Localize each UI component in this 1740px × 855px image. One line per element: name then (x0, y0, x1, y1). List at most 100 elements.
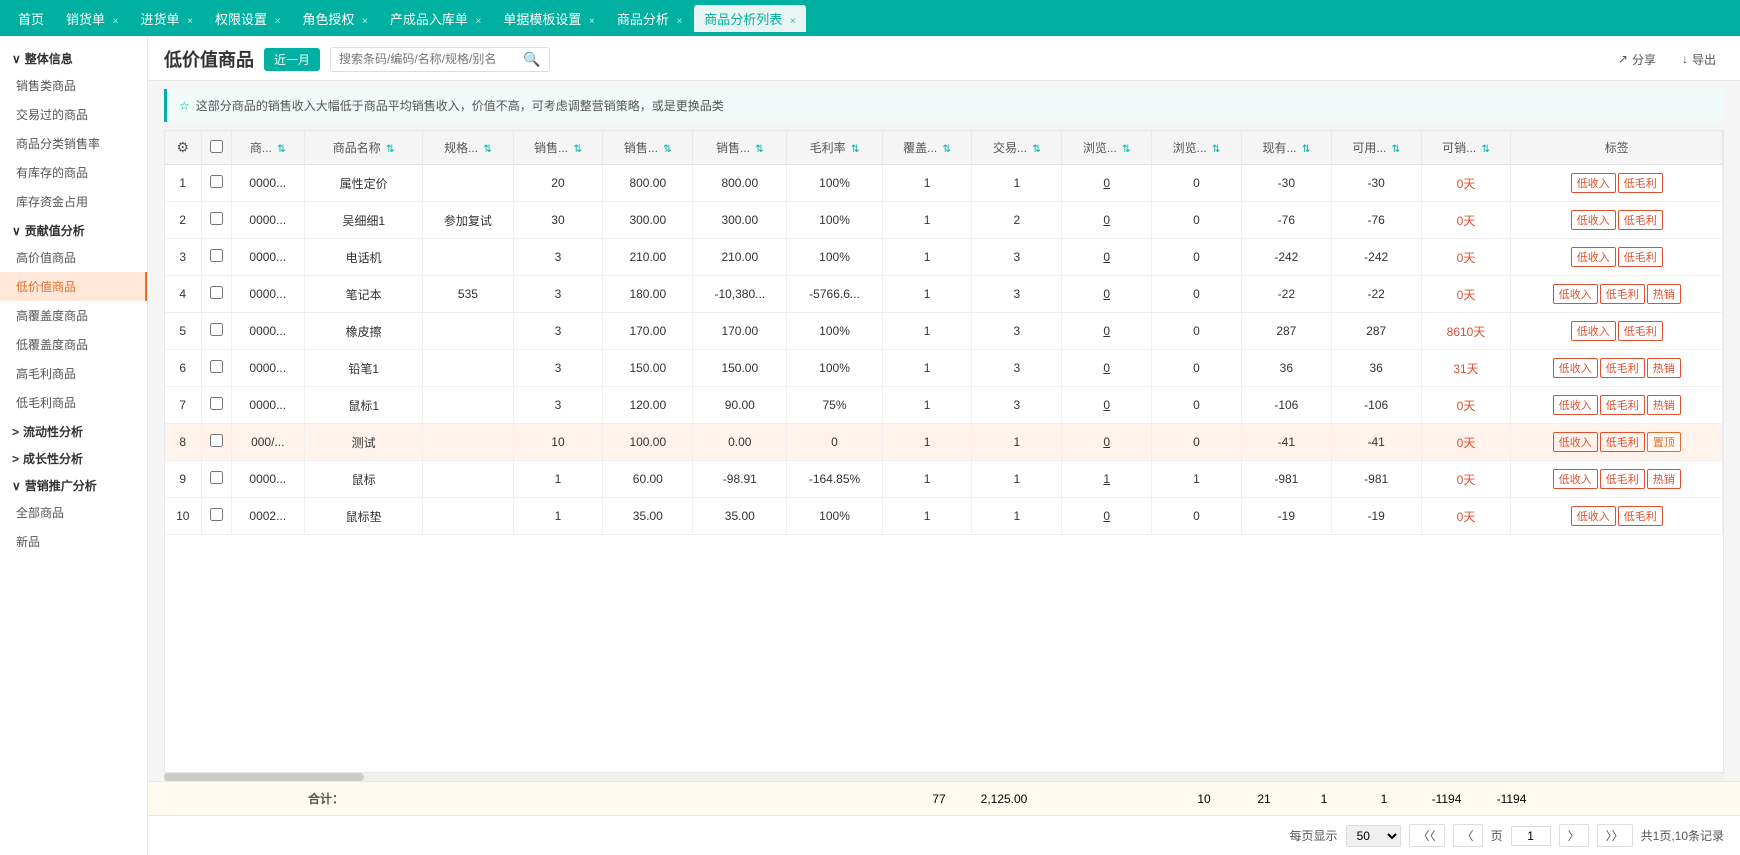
col-available[interactable]: 可用... ⇅ (1331, 131, 1421, 165)
page-input[interactable] (1511, 826, 1551, 846)
sidebar-item-high-value[interactable]: 高价值商品 (0, 243, 147, 272)
sidebar-item-stock-capital[interactable]: 库存资金占用 (0, 187, 147, 216)
browse-link[interactable]: 0 (1103, 361, 1110, 375)
sidebar-group-marketing[interactable]: ∨ 营销推广分析 (0, 471, 147, 498)
col-name[interactable]: 商品名称 ⇅ (305, 131, 423, 165)
cell-spec (423, 313, 513, 350)
col-coverage[interactable]: 覆盖... ⇅ (882, 131, 972, 165)
close-icon[interactable]: × (187, 16, 193, 27)
nav-roles[interactable]: 角色授权 × (292, 5, 377, 32)
scrollbar-area[interactable] (164, 773, 1724, 781)
sidebar-item-high-margin[interactable]: 高毛利商品 (0, 359, 147, 388)
last-page-button[interactable]: 〉〉 (1597, 824, 1633, 847)
select-all-checkbox[interactable] (210, 140, 223, 153)
sidebar-item-all-products[interactable]: 全部商品 (0, 498, 147, 527)
cell-sales-qty: 3 (513, 387, 603, 424)
close-icon[interactable]: × (113, 16, 119, 27)
footer-total: 合计： 77 2,125.00 10 21 1 1 -1194 -1194 (148, 781, 1740, 815)
close-icon[interactable]: × (362, 16, 368, 27)
browse-link[interactable]: 0 (1103, 176, 1110, 190)
col-sales-qty[interactable]: 销售... ⇅ (513, 131, 603, 165)
sidebar-item-category-sales[interactable]: 商品分类销售率 (0, 129, 147, 158)
col-browse1[interactable]: 浏览... ⇅ (1062, 131, 1152, 165)
col-current-stock[interactable]: 现有... ⇅ (1241, 131, 1331, 165)
col-sales-price[interactable]: 销售... ⇅ (603, 131, 693, 165)
sidebar-item-sales-products[interactable]: 销售类商品 (0, 71, 147, 100)
row-checkbox[interactable] (210, 360, 223, 373)
scrollbar-thumb[interactable] (164, 773, 364, 781)
tag-label: 低收入 (1571, 506, 1616, 526)
col-trade[interactable]: 交易... ⇅ (972, 131, 1062, 165)
cell-current-stock: -41 (1241, 424, 1331, 461)
row-checkbox[interactable] (210, 397, 223, 410)
browse-link[interactable]: 0 (1103, 509, 1110, 523)
first-page-button[interactable]: 〈〈 (1409, 824, 1445, 847)
nav-permissions[interactable]: 权限设置 × (205, 5, 290, 32)
saleable-days: 0天 (1457, 214, 1476, 228)
sidebar-item-low-margin[interactable]: 低毛利商品 (0, 388, 147, 417)
col-browse2[interactable]: 浏览... ⇅ (1152, 131, 1242, 165)
search-input[interactable] (339, 52, 519, 66)
row-checkbox[interactable] (210, 249, 223, 262)
col-sales-amount[interactable]: 销售... ⇅ (693, 131, 787, 165)
browse-link[interactable]: 0 (1103, 250, 1110, 264)
search-box: 🔍 (330, 47, 550, 72)
sidebar-group-liquidity[interactable]: > 流动性分析 (0, 417, 147, 444)
browse-link[interactable]: 0 (1103, 324, 1110, 338)
row-checkbox[interactable] (210, 175, 223, 188)
time-filter-button[interactable]: 近一月 (264, 48, 320, 71)
sidebar-group-overall[interactable]: ∨ 整体信息 (0, 44, 147, 71)
col-gross-margin[interactable]: 毛利率 ⇅ (787, 131, 882, 165)
browse-link[interactable]: 1 (1103, 472, 1110, 486)
row-checkbox[interactable] (210, 212, 223, 225)
cell-coverage: 1 (882, 276, 972, 313)
sort-icon: ⇅ (1302, 144, 1310, 155)
close-icon[interactable]: × (790, 16, 796, 27)
close-icon[interactable]: × (476, 16, 482, 27)
sidebar-item-traded[interactable]: 交易过的商品 (0, 100, 147, 129)
sidebar-item-stocked[interactable]: 有库存的商品 (0, 158, 147, 187)
cell-trade: 3 (972, 276, 1062, 313)
nav-purchase[interactable]: 进货单 × (130, 5, 202, 32)
browse-link[interactable]: 0 (1103, 398, 1110, 412)
data-table: ⚙ 商... ⇅ 商品名称 ⇅ 规格... ⇅ 销售... ⇅ 销售... ⇅ … (165, 131, 1723, 535)
row-checkbox[interactable] (210, 471, 223, 484)
next-page-button[interactable]: 〉 (1559, 824, 1589, 847)
close-icon[interactable]: × (275, 16, 281, 27)
col-code[interactable]: 商... ⇅ (231, 131, 305, 165)
sidebar-item-new-products[interactable]: 新品 (0, 527, 147, 556)
search-icon[interactable]: 🔍 (523, 51, 540, 68)
nav-sales[interactable]: 销货单 × (56, 5, 128, 32)
nav-template[interactable]: 单据模板设置 × (493, 5, 604, 32)
row-checkbox[interactable] (210, 323, 223, 336)
sidebar-item-high-coverage[interactable]: 高覆盖度商品 (0, 301, 147, 330)
sidebar-item-low-value[interactable]: 低价值商品 (0, 272, 147, 301)
settings-icon[interactable]: ⚙ (176, 139, 189, 155)
nav-products-in[interactable]: 产成品入库单 × (380, 5, 491, 32)
col-saleable[interactable]: 可销... ⇅ (1421, 131, 1511, 165)
table-row: 4 0000... 笔记本 535 3 180.00 -10,380... -5… (165, 276, 1723, 313)
close-icon[interactable]: × (676, 16, 682, 27)
close-icon[interactable]: × (589, 16, 595, 27)
export-button[interactable]: ↓ 导出 (1674, 48, 1724, 71)
cell-sales-qty: 3 (513, 239, 603, 276)
sidebar-group-contribution[interactable]: ∨ 贡献值分析 (0, 216, 147, 243)
row-checkbox[interactable] (210, 434, 223, 447)
nav-home[interactable]: 首页 (8, 5, 54, 32)
browse-link[interactable]: 0 (1103, 287, 1110, 301)
row-checkbox[interactable] (210, 508, 223, 521)
nav-analysis[interactable]: 商品分析 × (607, 5, 692, 32)
tag-label: 低毛利 (1600, 432, 1645, 452)
sidebar-item-low-coverage[interactable]: 低覆盖度商品 (0, 330, 147, 359)
page-size-select[interactable]: 50 100 200 (1346, 825, 1401, 847)
share-button[interactable]: ↗ 分享 (1610, 48, 1664, 71)
cell-sales-amount: 90.00 (693, 387, 787, 424)
cell-index: 10 (165, 498, 201, 535)
col-spec[interactable]: 规格... ⇅ (423, 131, 513, 165)
browse-link[interactable]: 0 (1103, 213, 1110, 227)
browse-link[interactable]: 0 (1103, 435, 1110, 449)
sidebar-group-growth[interactable]: > 成长性分析 (0, 444, 147, 471)
row-checkbox[interactable] (210, 286, 223, 299)
prev-page-button[interactable]: 〈 (1453, 824, 1483, 847)
nav-analysis-list[interactable]: 商品分析列表 × (694, 5, 805, 32)
